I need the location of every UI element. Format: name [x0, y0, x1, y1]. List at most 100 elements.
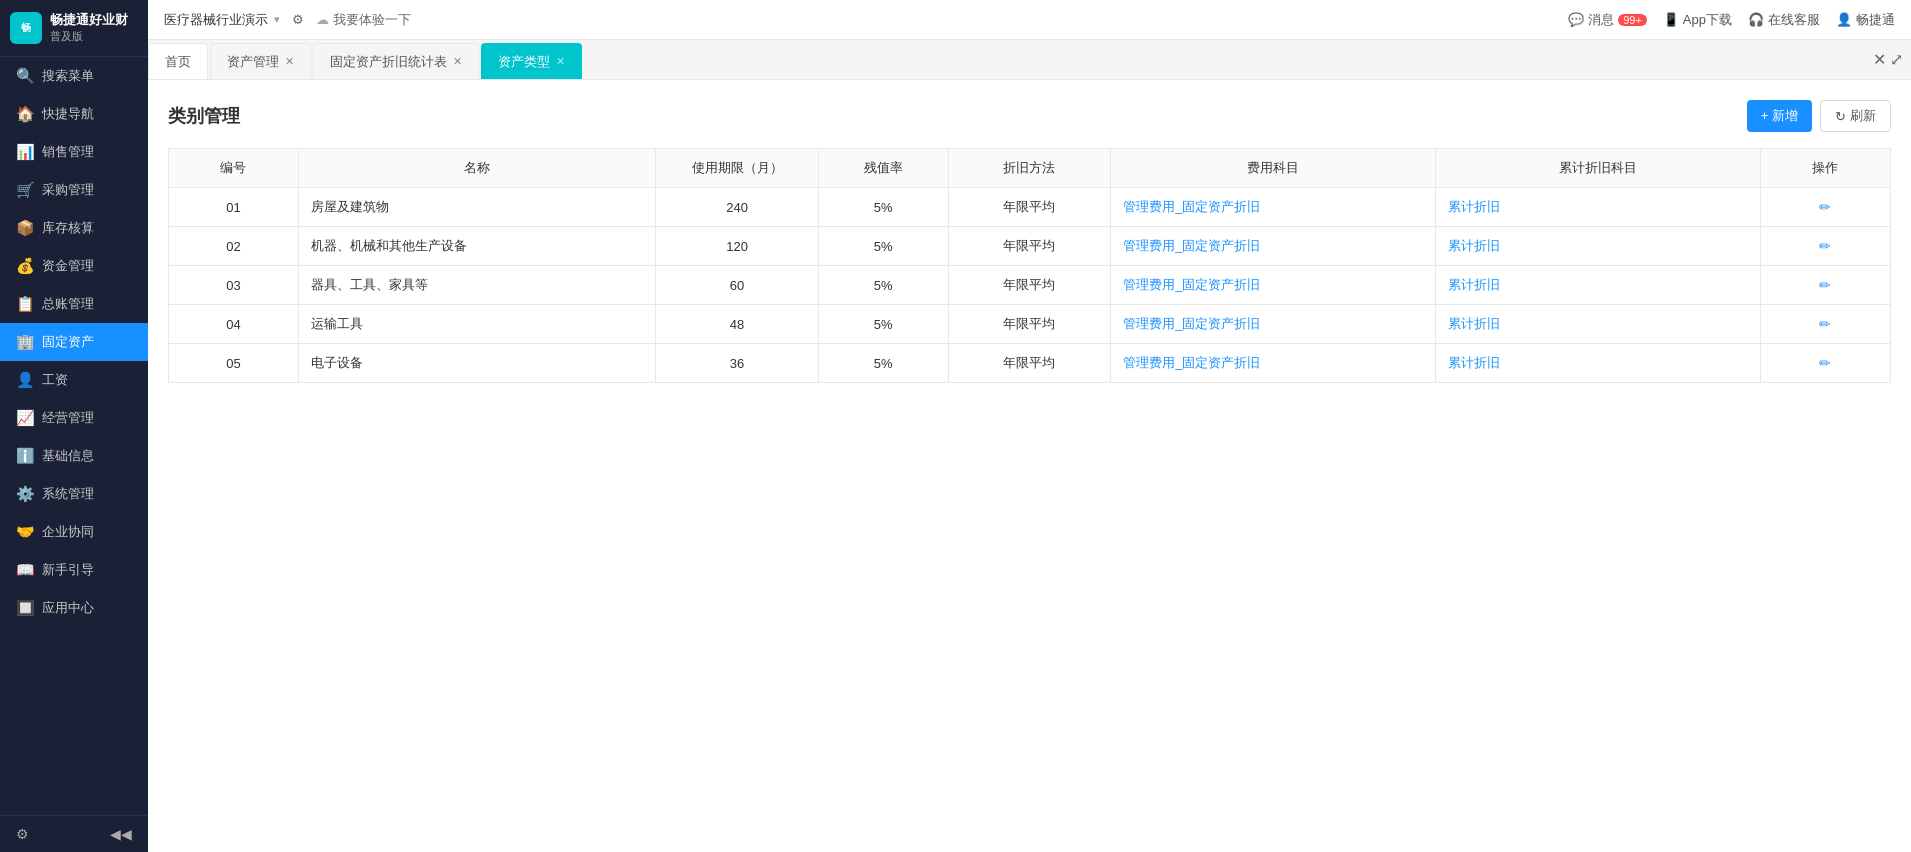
cell-op[interactable]: ✏: [1760, 227, 1890, 266]
cell-accum: 累计折旧: [1436, 188, 1761, 227]
sidebar-item-system[interactable]: ⚙️ 系统管理: [0, 475, 148, 513]
refresh-icon: ↻: [1835, 109, 1846, 124]
notification-button[interactable]: 💬 消息 99: [1568, 11, 1647, 29]
sidebar-nav: 🔍 搜索菜单 🏠 快捷导航 📊 销售管理 🛒 采购管理 📦 库存核算 💰 资金管…: [0, 57, 148, 815]
customer-service-button[interactable]: 🎧 在线客服: [1748, 11, 1820, 29]
cell-period: 36: [656, 344, 818, 383]
sidebar-item-label: 新手引导: [42, 561, 94, 579]
sidebar-item-sales[interactable]: 📊 销售管理: [0, 133, 148, 171]
sidebar-item-label: 采购管理: [42, 181, 94, 199]
tab-close-icon[interactable]: ✕: [556, 55, 565, 68]
tab-close-icon[interactable]: ✕: [285, 55, 294, 68]
page-title: 类别管理: [168, 104, 240, 128]
cell-op[interactable]: ✏: [1760, 188, 1890, 227]
edit-icon[interactable]: ✏: [1819, 199, 1831, 215]
topbar: 医疗器械行业演示 ▾ ⚙ ☁ 我要体验一下 💬 消息 99 📱 App下载 🎧 …: [148, 0, 1911, 40]
cell-residual: 5%: [818, 305, 948, 344]
app-logo: 畅: [10, 12, 42, 44]
cell-residual: 5%: [818, 227, 948, 266]
sidebar-item-payroll[interactable]: 👤 工资: [0, 361, 148, 399]
app-selector[interactable]: 医疗器械行业演示 ▾: [164, 11, 280, 29]
cell-method: 年限平均: [948, 188, 1110, 227]
page-header: 类别管理 + 新增 ↻ 刷新: [168, 100, 1891, 132]
sidebar-item-label: 总账管理: [42, 295, 94, 313]
sidebar-item-ledger[interactable]: 📋 总账管理: [0, 285, 148, 323]
sidebar-item-app-center[interactable]: 🔲 应用中心: [0, 589, 148, 627]
tab-asset-mgmt[interactable]: 资产管理 ✕: [210, 43, 311, 79]
sidebar-item-label: 经营管理: [42, 409, 94, 427]
cell-method: 年限平均: [948, 305, 1110, 344]
tab-home[interactable]: 首页: [148, 43, 208, 79]
sidebar-item-capital[interactable]: 💰 资金管理: [0, 247, 148, 285]
sidebar-item-guide[interactable]: 📖 新手引导: [0, 551, 148, 589]
edit-icon[interactable]: ✏: [1819, 238, 1831, 254]
sidebar-item-quick-nav[interactable]: 🏠 快捷导航: [0, 95, 148, 133]
sidebar-item-fixed-asset[interactable]: 🏢 固定资产: [0, 323, 148, 361]
cell-name: 器具、工具、家具等: [298, 266, 655, 305]
sidebar-item-search[interactable]: 🔍 搜索菜单: [0, 57, 148, 95]
ops-icon: 📈: [16, 409, 34, 427]
tab-bar: 首页 资产管理 ✕ 固定资产折旧统计表 ✕ 资产类型 ✕ ✕ ⤢: [148, 40, 1911, 80]
sidebar-item-label: 工资: [42, 371, 68, 389]
cell-method: 年限平均: [948, 227, 1110, 266]
tab-fixed-asset-stat[interactable]: 固定资产折旧统计表 ✕: [313, 43, 479, 79]
gear-icon[interactable]: ⚙: [292, 12, 304, 27]
experience-label: 我要体验一下: [333, 11, 411, 29]
tab-label: 资产管理: [227, 53, 279, 71]
tab-home-label: 首页: [165, 53, 191, 71]
app-download-label: App下载: [1683, 11, 1732, 29]
user-button[interactable]: 👤 畅捷通: [1836, 11, 1895, 29]
info-icon: ℹ️: [16, 447, 34, 465]
app-download-button[interactable]: 📱 App下载: [1663, 11, 1732, 29]
table-body: 01 房屋及建筑物 240 5% 年限平均 管理费用_固定资产折旧 累计折旧 ✏…: [169, 188, 1891, 383]
sidebar: 畅 畅捷通好业财 普及版 🔍 搜索菜单 🏠 快捷导航 📊 销售管理 🛒 采购管理: [0, 0, 148, 852]
sidebar-item-label: 库存核算: [42, 219, 94, 237]
col-header-residual: 残值率: [818, 149, 948, 188]
app-selector-label: 医疗器械行业演示: [164, 11, 268, 29]
col-header-op: 操作: [1760, 149, 1890, 188]
guide-icon: 📖: [16, 561, 34, 579]
cell-name: 电子设备: [298, 344, 655, 383]
tab-close-all-icon[interactable]: ✕: [1873, 50, 1886, 69]
sidebar-item-basic-info[interactable]: ℹ️ 基础信息: [0, 437, 148, 475]
notification-label: 消息: [1588, 11, 1614, 29]
app-title-block: 畅捷通好业财 普及版: [50, 12, 128, 43]
table-row: 01 房屋及建筑物 240 5% 年限平均 管理费用_固定资产折旧 累计折旧 ✏: [169, 188, 1891, 227]
new-button[interactable]: + 新增: [1747, 100, 1812, 132]
page-content: 类别管理 + 新增 ↻ 刷新 编号 名称 使用期限（月） 残值率 折旧方法 费用…: [148, 80, 1911, 852]
refresh-button[interactable]: ↻ 刷新: [1820, 100, 1891, 132]
cell-op[interactable]: ✏: [1760, 344, 1890, 383]
edit-icon[interactable]: ✏: [1819, 355, 1831, 371]
sidebar-item-inventory[interactable]: 📦 库存核算: [0, 209, 148, 247]
capital-icon: 💰: [16, 257, 34, 275]
cell-residual: 5%: [818, 188, 948, 227]
tab-expand-icon[interactable]: ⤢: [1890, 50, 1903, 69]
settings-icon[interactable]: ⚙: [16, 826, 29, 842]
tab-asset-type[interactable]: 资产类型 ✕: [481, 43, 582, 79]
cell-op[interactable]: ✏: [1760, 266, 1890, 305]
inventory-icon: 📦: [16, 219, 34, 237]
refresh-label: 刷新: [1850, 107, 1876, 125]
collapse-icon[interactable]: ◀◀: [110, 826, 132, 842]
cloud-icon: ☁: [316, 12, 329, 27]
sidebar-item-label: 搜索菜单: [42, 67, 94, 85]
sidebar-item-ops[interactable]: 📈 经营管理: [0, 399, 148, 437]
sidebar-item-purchase[interactable]: 🛒 采购管理: [0, 171, 148, 209]
col-header-period: 使用期限（月）: [656, 149, 818, 188]
cell-method: 年限平均: [948, 266, 1110, 305]
cell-op[interactable]: ✏: [1760, 305, 1890, 344]
sidebar-item-label: 应用中心: [42, 599, 94, 617]
page-actions: + 新增 ↻ 刷新: [1747, 100, 1891, 132]
cell-no: 05: [169, 344, 299, 383]
app-edition: 普及版: [50, 29, 128, 43]
edit-icon[interactable]: ✏: [1819, 277, 1831, 293]
experience-button[interactable]: ☁ 我要体验一下: [316, 11, 411, 29]
cell-accum: 累计折旧: [1436, 305, 1761, 344]
sidebar-footer: ⚙ ◀◀: [0, 815, 148, 852]
notification-icon: 💬: [1568, 12, 1584, 27]
edit-icon[interactable]: ✏: [1819, 316, 1831, 332]
sidebar-item-enterprise[interactable]: 🤝 企业协同: [0, 513, 148, 551]
col-header-accum: 累计折旧科目: [1436, 149, 1761, 188]
user-label: 畅捷通: [1856, 11, 1895, 29]
tab-close-icon[interactable]: ✕: [453, 55, 462, 68]
